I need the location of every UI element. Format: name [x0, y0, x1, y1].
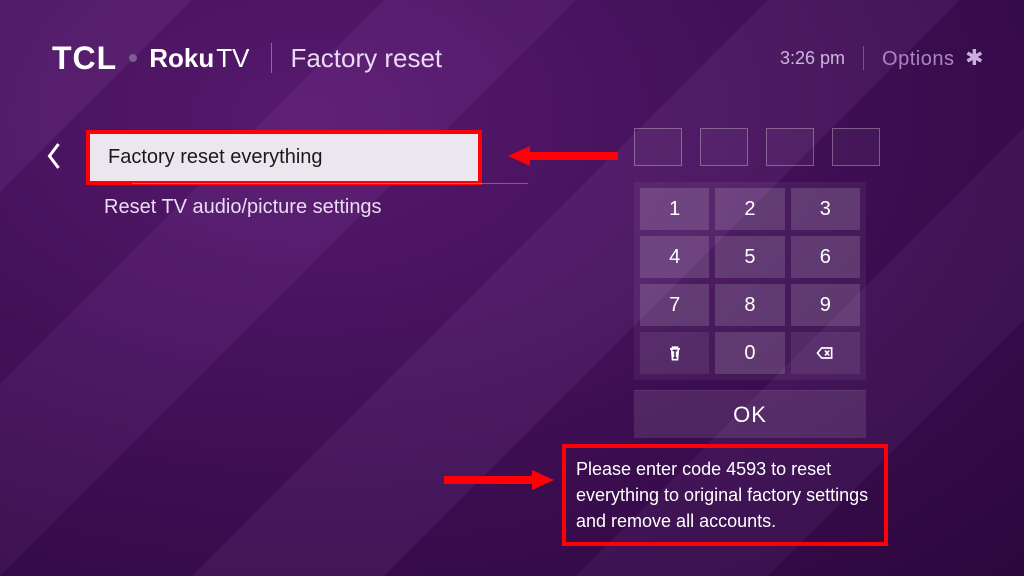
pin-digit-3[interactable] — [766, 128, 814, 166]
backspace-icon — [815, 343, 835, 363]
key-label: 1 — [669, 198, 680, 221]
key-label: 9 — [820, 294, 831, 317]
header-divider — [271, 43, 272, 73]
key-6[interactable]: 6 — [791, 236, 860, 278]
key-2[interactable]: 2 — [715, 188, 784, 230]
key-label: 6 — [820, 246, 831, 269]
brand-roku: Roku — [149, 43, 214, 73]
pin-digit-4[interactable] — [832, 128, 880, 166]
clock: 3:26 pm — [780, 48, 845, 69]
key-9[interactable]: 9 — [791, 284, 860, 326]
page-title: Factory reset — [290, 43, 442, 74]
header-bar: TCL RokuTV Factory reset 3:26 pm Options… — [52, 38, 984, 78]
menu-item-label: Factory reset everything — [108, 146, 323, 168]
key-3[interactable]: 3 — [791, 188, 860, 230]
arrow-left-icon — [508, 146, 618, 166]
key-8[interactable]: 8 — [715, 284, 784, 326]
pin-entry — [634, 128, 880, 166]
brand-logo: TCL RokuTV — [52, 40, 249, 77]
key-label: 8 — [744, 294, 755, 317]
key-label: 0 — [744, 342, 755, 365]
arrow-right-icon — [444, 470, 554, 490]
ok-button[interactable]: OK — [634, 390, 866, 438]
brand-dot-icon — [129, 54, 137, 62]
trash-icon — [665, 343, 685, 363]
menu-item-label: Reset TV audio/picture settings — [104, 196, 382, 218]
brand-roku-tv: RokuTV — [149, 43, 249, 74]
annotation-arrow-2 — [444, 470, 554, 490]
instruction-text: Please enter code 4593 to reset everythi… — [562, 444, 888, 546]
back-button[interactable] — [40, 136, 68, 176]
brand-tv: TV — [216, 43, 249, 73]
brand-tcl: TCL — [52, 40, 117, 77]
key-clear[interactable] — [640, 332, 709, 374]
annotation-arrow-1 — [508, 146, 618, 166]
numeric-keypad: 1 2 3 4 5 6 7 8 9 0 — [634, 182, 866, 380]
key-label: 3 — [820, 198, 831, 221]
key-label: 2 — [744, 198, 755, 221]
menu-item-factory-reset-everything[interactable]: Factory reset everything — [86, 130, 482, 185]
options-button[interactable]: Options ✱ — [882, 45, 984, 71]
key-label: 5 — [744, 246, 755, 269]
header-divider-2 — [863, 46, 864, 70]
settings-menu: Factory reset everything Reset TV audio/… — [40, 130, 520, 232]
asterisk-icon: ✱ — [958, 45, 984, 70]
key-5[interactable]: 5 — [715, 236, 784, 278]
key-7[interactable]: 7 — [640, 284, 709, 326]
menu-item-reset-audio-picture[interactable]: Reset TV audio/picture settings — [86, 184, 482, 232]
key-label: 4 — [669, 246, 680, 269]
chevron-left-icon — [45, 141, 63, 171]
header-right: 3:26 pm Options ✱ — [780, 45, 984, 71]
pin-digit-2[interactable] — [700, 128, 748, 166]
key-4[interactable]: 4 — [640, 236, 709, 278]
key-label: 7 — [669, 294, 680, 317]
ok-label: OK — [733, 402, 767, 428]
key-1[interactable]: 1 — [640, 188, 709, 230]
pin-digit-1[interactable] — [634, 128, 682, 166]
key-backspace[interactable] — [791, 332, 860, 374]
key-0[interactable]: 0 — [715, 332, 784, 374]
instruction-label: Please enter code 4593 to reset everythi… — [576, 459, 868, 531]
options-label: Options — [882, 48, 954, 70]
